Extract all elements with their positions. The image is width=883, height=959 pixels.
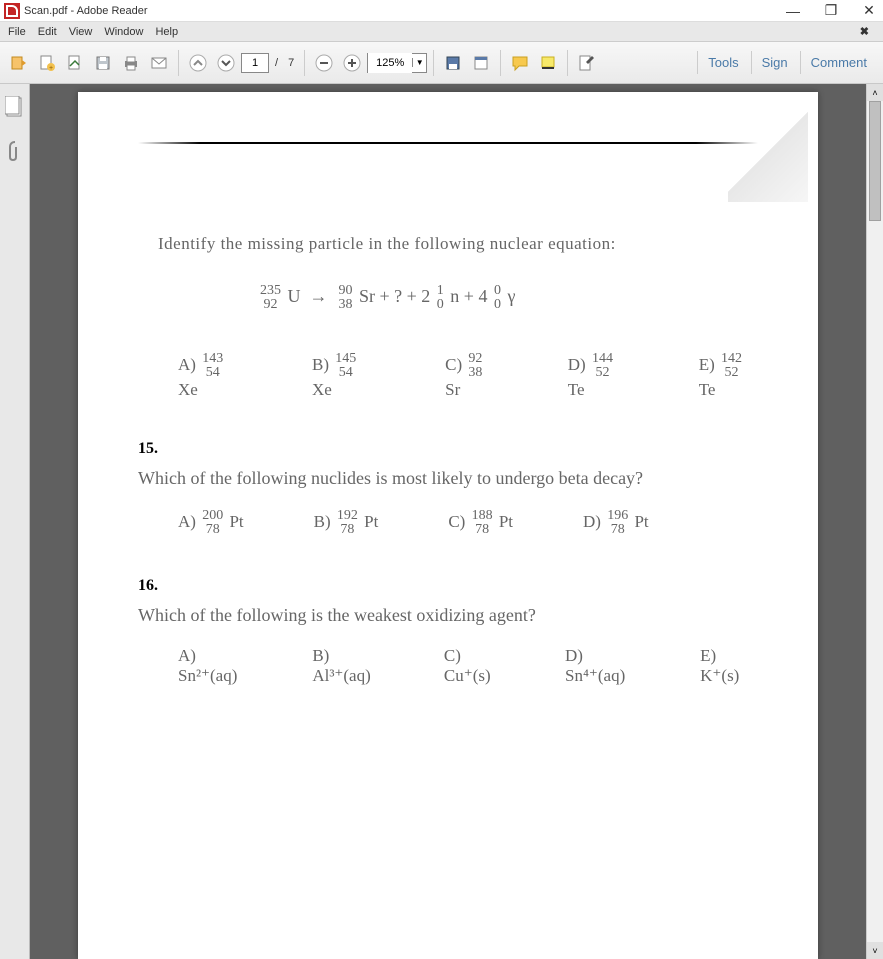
menu-window[interactable]: Window bbox=[98, 26, 149, 38]
scroll-thumb[interactable] bbox=[869, 101, 881, 221]
q14-choice-d: D) 14452 Te bbox=[568, 352, 629, 400]
q16-choice-a: A) Sn²⁺(aq) bbox=[178, 646, 257, 686]
menu-view[interactable]: View bbox=[63, 26, 99, 38]
minimize-button[interactable]: — bbox=[783, 3, 803, 19]
zoom-combo: ▼ bbox=[367, 53, 427, 73]
q14-equation: 23592 U → 9038 Sr + ? + 2 10 n + 4 00 γ bbox=[258, 284, 758, 312]
sign-document-button[interactable] bbox=[574, 50, 600, 76]
export-pdf-button[interactable] bbox=[6, 50, 32, 76]
comment-panel-button[interactable]: Comment bbox=[800, 51, 877, 74]
q16-choices: A) Sn²⁺(aq) B) Al³⁺(aq) C) Cu⁺(s) D) Sn⁴… bbox=[178, 646, 758, 686]
menu-file[interactable]: File bbox=[2, 26, 32, 38]
vertical-scrollbar[interactable]: ˄ ˅ bbox=[866, 84, 883, 959]
comment-bubble-button[interactable] bbox=[507, 50, 533, 76]
page-sep: / bbox=[271, 57, 282, 69]
close-window-button[interactable]: ✕ bbox=[859, 2, 879, 19]
q15-choice-d: D) 19678 Pt bbox=[583, 509, 649, 537]
q16-choice-b: B) Al³⁺(aq) bbox=[312, 646, 389, 686]
zoom-dropdown-button[interactable]: ▼ bbox=[412, 58, 426, 67]
page-down-button[interactable] bbox=[213, 50, 239, 76]
email-button[interactable] bbox=[146, 50, 172, 76]
highlight-button[interactable] bbox=[535, 50, 561, 76]
q14-choice-c: C) 9238 Sr bbox=[445, 352, 498, 400]
page-up-button[interactable] bbox=[185, 50, 211, 76]
navigation-rail bbox=[0, 84, 30, 959]
scan-artifact bbox=[138, 142, 758, 144]
q14-choices: A) 14354 Xe B) 14554 Xe C) 9238 Sr D) 14… bbox=[178, 352, 758, 400]
page-number-input[interactable] bbox=[241, 53, 269, 73]
q16-choice-c: C) Cu⁺(s) bbox=[444, 646, 510, 686]
q14-choice-b: B) 14554 Xe bbox=[312, 352, 375, 400]
scroll-up-button[interactable]: ˄ bbox=[867, 84, 883, 101]
menu-help[interactable]: Help bbox=[149, 26, 184, 38]
q16-choice-e: E) K⁺(s) bbox=[700, 646, 758, 686]
q16-choice-d: D) Sn⁴⁺(aq) bbox=[565, 646, 645, 686]
menubar: File Edit View Window Help ✖ bbox=[0, 22, 883, 42]
q15-text: Which of the following nuclides is most … bbox=[138, 468, 758, 489]
tools-panel-button[interactable]: Tools bbox=[697, 51, 748, 74]
print-button[interactable] bbox=[118, 50, 144, 76]
menu-edit[interactable]: Edit bbox=[32, 26, 63, 38]
q14-prompt: Identify the missing particle in the fol… bbox=[158, 234, 758, 254]
page-total: 7 bbox=[284, 57, 298, 69]
toolbar-separator bbox=[304, 50, 305, 76]
view-mode-button[interactable] bbox=[468, 50, 494, 76]
zoom-in-button[interactable] bbox=[339, 50, 365, 76]
pdf-page: Identify the missing particle in the fol… bbox=[78, 92, 818, 959]
q14-choice-e: E) 14252 Te bbox=[699, 352, 758, 400]
attachments-panel-button[interactable] bbox=[5, 140, 25, 164]
zoom-out-button[interactable] bbox=[311, 50, 337, 76]
save-button[interactable] bbox=[90, 50, 116, 76]
scroll-down-button[interactable]: ˅ bbox=[867, 942, 883, 959]
sign-panel-button[interactable]: Sign bbox=[751, 51, 798, 74]
q15-number: 15. bbox=[138, 440, 758, 458]
thumbnails-panel-button[interactable] bbox=[5, 96, 25, 120]
zoom-input[interactable] bbox=[368, 53, 412, 73]
toolbar: + / 7 ▼ Tools Sign Comment bbox=[0, 42, 883, 84]
document-content: Identify the missing particle in the fol… bbox=[138, 234, 758, 686]
toolbar-separator bbox=[500, 50, 501, 76]
q16-text: Which of the following is the weakest ox… bbox=[138, 605, 758, 626]
svg-text:+: + bbox=[49, 65, 53, 72]
page-view[interactable]: Identify the missing particle in the fol… bbox=[30, 84, 866, 959]
titlebar: Scan.pdf - Adobe Reader — ❐ ✕ bbox=[0, 0, 883, 22]
toolbar-separator bbox=[567, 50, 568, 76]
q15-choice-c: C) 18878 Pt bbox=[448, 509, 513, 537]
q15-choice-b: B) 19278 Pt bbox=[314, 509, 379, 537]
page-corner-fold bbox=[728, 102, 808, 202]
window-controls: — ❐ ✕ bbox=[783, 2, 879, 19]
q14-choice-a: A) 14354 Xe bbox=[178, 352, 242, 400]
q16-number: 16. bbox=[138, 577, 758, 595]
window-title: Scan.pdf - Adobe Reader bbox=[24, 5, 783, 17]
toolbar-separator bbox=[178, 50, 179, 76]
create-pdf-button[interactable]: + bbox=[34, 50, 60, 76]
q15-choices: A) 20078 Pt B) 19278 Pt C) 18878 Pt D) 1… bbox=[178, 509, 758, 537]
close-document-button[interactable]: ✖ bbox=[854, 25, 875, 38]
content-area: Identify the missing particle in the fol… bbox=[0, 84, 883, 959]
toolbar-separator bbox=[433, 50, 434, 76]
maximize-button[interactable]: ❐ bbox=[821, 2, 841, 19]
open-button[interactable] bbox=[62, 50, 88, 76]
q15-choice-a: A) 20078 Pt bbox=[178, 509, 244, 537]
save-copy-button[interactable] bbox=[440, 50, 466, 76]
app-icon bbox=[4, 3, 20, 19]
